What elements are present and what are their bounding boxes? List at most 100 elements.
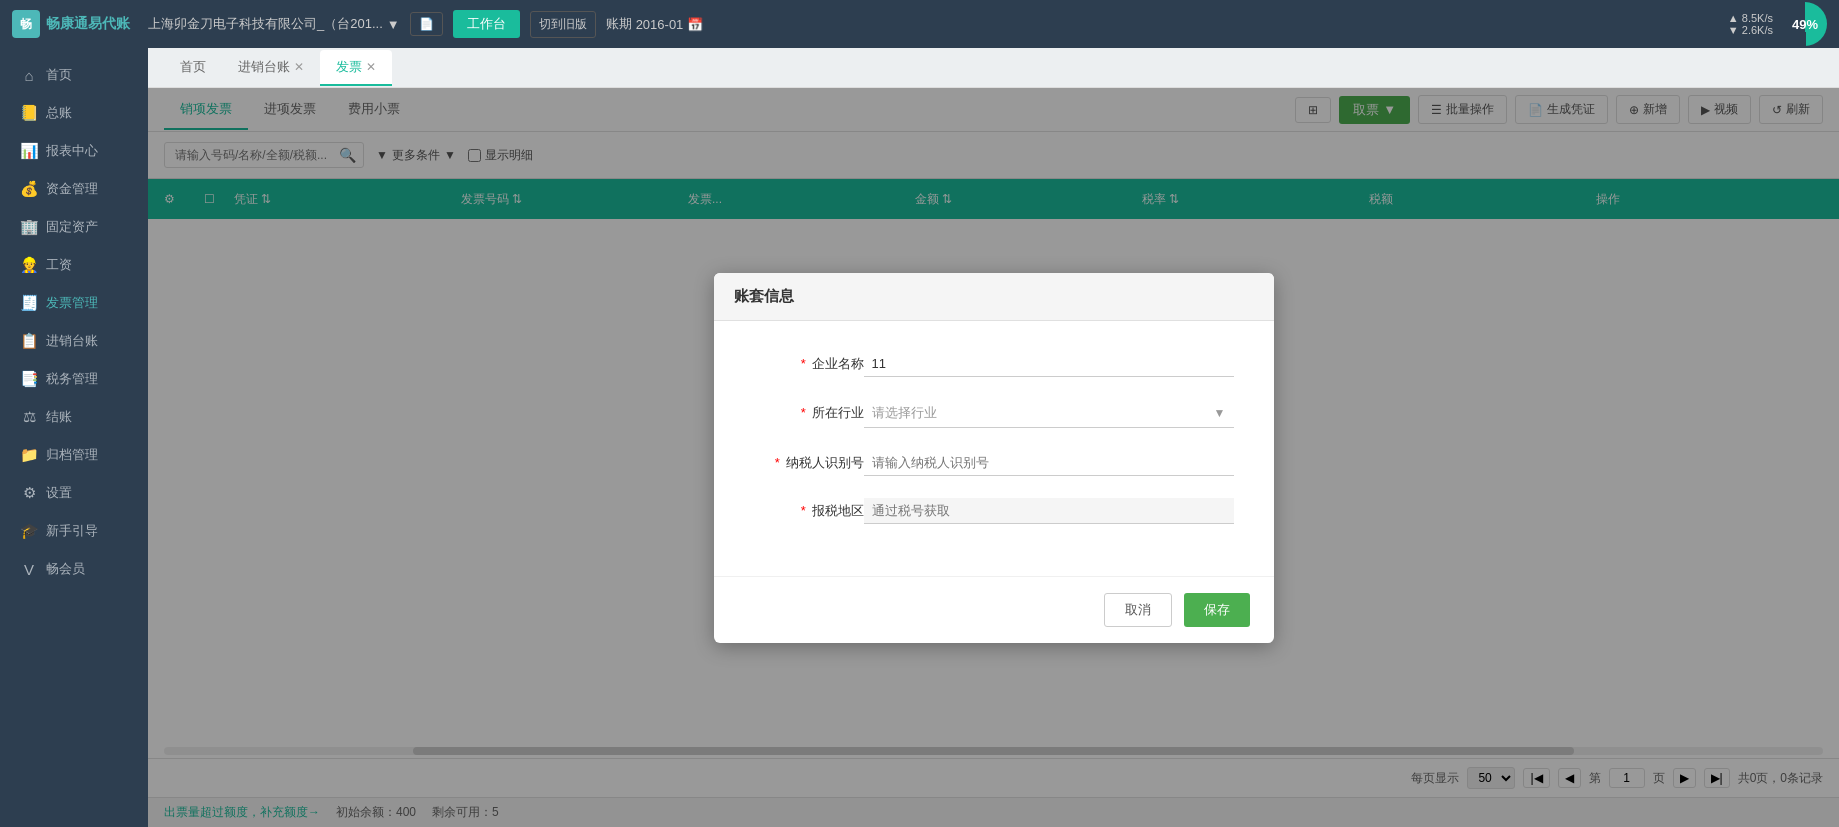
tax-id-field: * 纳税人识别号	[754, 450, 1234, 476]
company-name-field-label: 企业名称	[812, 356, 864, 371]
sidebar-item-label: 工资	[46, 256, 72, 274]
tab-invoice-close[interactable]: ✕	[366, 60, 376, 74]
tax-id-field-label: 纳税人识别号	[786, 455, 864, 470]
sidebar-item-settings[interactable]: ⚙ 设置	[0, 474, 148, 512]
tax-region-field: * 报税地区	[754, 498, 1234, 524]
cancel-button[interactable]: 取消	[1104, 593, 1172, 627]
funds-icon: 💰	[20, 180, 38, 198]
tab-home-label: 首页	[180, 58, 206, 76]
speed-up: ▲ 8.5K/s	[1728, 12, 1773, 24]
company-name: 上海卯金刀电子科技有限公司_（台201...	[148, 15, 383, 33]
workbench-button[interactable]: 工作台	[453, 10, 520, 38]
save-button[interactable]: 保存	[1184, 593, 1250, 627]
tab-purchase-sale-close[interactable]: ✕	[294, 60, 304, 74]
settings-icon: ⚙	[20, 484, 38, 502]
logo-text: 畅康通易代账	[46, 15, 130, 33]
topbar: 畅 畅康通易代账 上海卯金刀电子科技有限公司_（台201... ▼ 📄 工作台 …	[0, 0, 1839, 48]
sidebar-item-guide[interactable]: 🎓 新手引导	[0, 512, 148, 550]
archive-icon: 📁	[20, 446, 38, 464]
sidebar-item-ledger[interactable]: 📒 总账	[0, 94, 148, 132]
tab-invoice[interactable]: 发票 ✕	[320, 50, 392, 86]
member-icon: V	[20, 561, 38, 578]
modal-title: 账套信息	[714, 273, 1274, 321]
sidebar-item-label: 新手引导	[46, 522, 98, 540]
logo: 畅 畅康通易代账	[12, 10, 130, 38]
industry-placeholder: 请选择行业	[872, 404, 937, 422]
modal-footer: 取消 保存	[714, 576, 1274, 643]
sidebar-item-close-account[interactable]: ⚖ 结账	[0, 398, 148, 436]
sidebar-item-label: 进销台账	[46, 332, 98, 350]
usage-circle: 49%	[1783, 2, 1827, 46]
required-marker-2: *	[801, 405, 806, 420]
tax-region-field-label: 报税地区	[812, 503, 864, 518]
required-marker-3: *	[775, 455, 780, 470]
tax-region-label: * 报税地区	[754, 502, 864, 520]
tax-icon: 📑	[20, 370, 38, 388]
calendar-icon[interactable]: 📅	[687, 17, 703, 32]
sidebar-item-assets[interactable]: 🏢 固定资产	[0, 208, 148, 246]
invoice-icon: 🧾	[20, 294, 38, 312]
sidebar-item-archive[interactable]: 📁 归档管理	[0, 436, 148, 474]
assets-icon: 🏢	[20, 218, 38, 236]
sidebar-item-purchase-sale[interactable]: 📋 进销台账	[0, 322, 148, 360]
sidebar-item-label: 首页	[46, 66, 72, 84]
doc-button[interactable]: 📄	[410, 12, 443, 36]
sidebar-item-home[interactable]: ⌂ 首页	[0, 56, 148, 94]
industry-select[interactable]: 请选择行业 ▼	[864, 399, 1234, 428]
company-name-label: * 企业名称	[754, 355, 864, 373]
layout: ⌂ 首页 📒 总账 📊 报表中心 💰 资金管理 🏢 固定资产 👷 工资 🧾 发票…	[0, 48, 1839, 827]
sidebar-item-funds[interactable]: 💰 资金管理	[0, 170, 148, 208]
sidebar-item-tax[interactable]: 📑 税务管理	[0, 360, 148, 398]
company-name-input[interactable]	[864, 351, 1234, 377]
sidebar-item-reports[interactable]: 📊 报表中心	[0, 132, 148, 170]
speed-down: ▼ 2.6K/s	[1728, 24, 1773, 36]
switch-old-button[interactable]: 切到旧版	[530, 11, 596, 38]
tab-purchase-sale-label: 进销台账	[238, 58, 290, 76]
period-label: 账期	[606, 15, 632, 33]
ledger-icon: 📒	[20, 104, 38, 122]
period-display: 账期 2016-01 📅	[606, 15, 704, 33]
reports-icon: 📊	[20, 142, 38, 160]
sidebar-item-label: 畅会员	[46, 560, 85, 578]
company-name-field: * 企业名称	[754, 351, 1234, 377]
tax-id-input[interactable]	[864, 450, 1234, 476]
tax-region-input	[864, 498, 1234, 524]
sidebar-item-label: 结账	[46, 408, 72, 426]
required-marker-4: *	[801, 503, 806, 518]
main-content: 首页 进销台账 ✕ 发票 ✕ 销项发票 进项发票 费用小	[148, 48, 1839, 827]
industry-field-label: 所在行业	[812, 405, 864, 420]
modal-body: * 企业名称 * 所在行业 请选择行业	[714, 321, 1274, 576]
industry-label: * 所在行业	[754, 404, 864, 422]
content-area: 销项发票 进项发票 费用小票 ⊞ 取票 ▼ ☰ 批量操作	[148, 88, 1839, 827]
sidebar-item-label: 税务管理	[46, 370, 98, 388]
required-marker: *	[801, 356, 806, 371]
purchase-sale-icon: 📋	[20, 332, 38, 350]
company-selector[interactable]: 上海卯金刀电子科技有限公司_（台201... ▼	[148, 15, 400, 33]
sidebar-item-member[interactable]: V 畅会员	[0, 550, 148, 588]
home-icon: ⌂	[20, 67, 38, 84]
tab-bar: 首页 进销台账 ✕ 发票 ✕	[148, 48, 1839, 88]
tab-purchase-sale[interactable]: 进销台账 ✕	[222, 50, 320, 86]
logo-icon: 畅	[12, 10, 40, 38]
usage-percent: 49%	[1792, 17, 1818, 32]
sidebar-item-label: 设置	[46, 484, 72, 502]
industry-field: * 所在行业 请选择行业 ▼	[754, 399, 1234, 428]
guide-icon: 🎓	[20, 522, 38, 540]
tax-id-label: * 纳税人识别号	[754, 454, 864, 472]
company-dropdown-icon[interactable]: ▼	[387, 17, 400, 32]
salary-icon: 👷	[20, 256, 38, 274]
sidebar-item-label: 总账	[46, 104, 72, 122]
topbar-right: ▲ 8.5K/s ▼ 2.6K/s 49%	[1728, 2, 1827, 46]
sidebar-item-label: 发票管理	[46, 294, 98, 312]
sidebar-item-label: 资金管理	[46, 180, 98, 198]
tab-home[interactable]: 首页	[164, 50, 222, 86]
sidebar-item-label: 报表中心	[46, 142, 98, 160]
sidebar-item-invoice[interactable]: 🧾 发票管理	[0, 284, 148, 322]
chevron-down-icon: ▼	[1214, 406, 1226, 420]
modal-dialog: 账套信息 * 企业名称 *	[714, 273, 1274, 643]
sidebar-item-label: 归档管理	[46, 446, 98, 464]
network-speed: ▲ 8.5K/s ▼ 2.6K/s	[1728, 12, 1773, 36]
modal-overlay: 账套信息 * 企业名称 *	[148, 88, 1839, 827]
sidebar-item-salary[interactable]: 👷 工资	[0, 246, 148, 284]
tab-invoice-label: 发票	[336, 58, 362, 76]
